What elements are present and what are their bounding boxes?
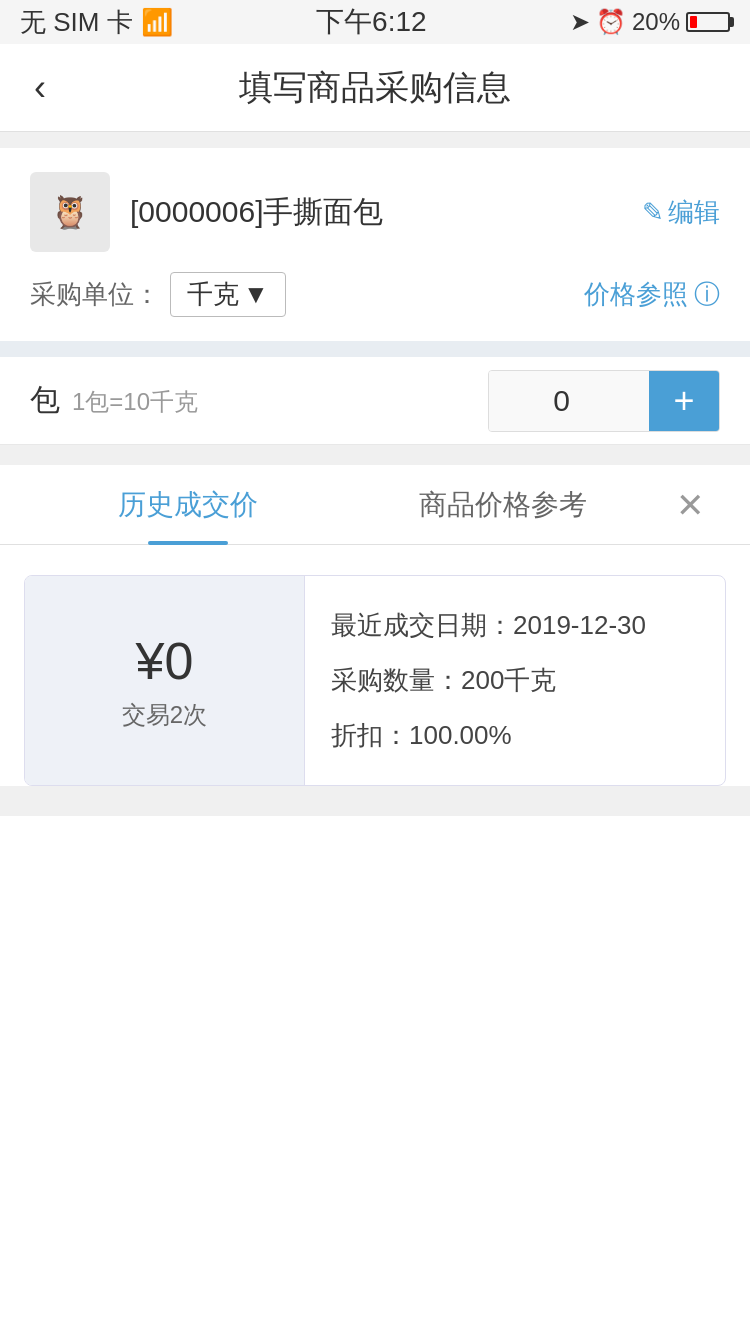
- quantity-row: 包 1包=10千克 +: [0, 357, 750, 445]
- price-last-date: 最近成交日期：2019-12-30: [331, 606, 699, 645]
- quantity-unit: 包: [30, 380, 60, 421]
- discount-value: 100.00%: [409, 720, 512, 750]
- back-button[interactable]: ‹: [0, 44, 80, 132]
- quantity-controls: +: [488, 370, 720, 432]
- price-trades: 交易2次: [122, 699, 207, 731]
- price-card-right: 最近成交日期：2019-12-30 采购数量：200千克 折扣：100.00%: [305, 576, 725, 785]
- dropdown-icon: ▼: [243, 279, 269, 310]
- qty-label: 采购数量：: [331, 665, 461, 695]
- unit-value: 千克: [187, 277, 239, 312]
- price-amount: ¥0: [136, 631, 194, 691]
- quantity-hint: 1包=10千克: [72, 386, 198, 418]
- divider-strip: [0, 341, 750, 357]
- price-qty: 采购数量：200千克: [331, 661, 699, 700]
- battery-percent: 20%: [632, 8, 680, 36]
- discount-label: 折扣：: [331, 720, 409, 750]
- status-bar: 无 SIM 卡 📶 下午6:12 ➤ ⏰ 20%: [0, 0, 750, 44]
- tab-history-label: 历史成交价: [118, 486, 258, 524]
- nav-bar: ‹ 填写商品采购信息: [0, 44, 750, 132]
- last-date-label: 最近成交日期：: [331, 610, 513, 640]
- qty-value: 200千克: [461, 665, 556, 695]
- price-ref-button[interactable]: 价格参照 ⓘ: [584, 277, 720, 312]
- tabs-header: 历史成交价 商品价格参考 ✕: [0, 465, 750, 545]
- last-date-value: 2019-12-30: [513, 610, 646, 640]
- tab-history-price[interactable]: 历史成交价: [30, 465, 345, 545]
- quantity-label: 包 1包=10千克: [30, 380, 198, 421]
- product-thumbnail: 🦉: [30, 172, 110, 252]
- alarm-icon: ⏰: [596, 8, 626, 36]
- price-card-left: ¥0 交易2次: [25, 576, 305, 785]
- product-icon: 🦉: [50, 193, 90, 231]
- network-label: 无 SIM 卡: [20, 5, 133, 40]
- edit-icon: ✎: [642, 197, 664, 228]
- price-ref-label: 价格参照: [584, 277, 688, 312]
- info-icon: ⓘ: [694, 277, 720, 312]
- tab-product-price[interactable]: 商品价格参考: [345, 465, 660, 545]
- unit-badge[interactable]: 千克 ▼: [170, 272, 286, 317]
- location-icon: ➤: [570, 8, 590, 36]
- quantity-plus-button[interactable]: +: [649, 371, 719, 431]
- product-left: 🦉 [0000006]手撕面包: [30, 172, 383, 252]
- tab-close-button[interactable]: ✕: [660, 475, 720, 535]
- battery-icon: [686, 12, 730, 32]
- content-area: [0, 816, 750, 1334]
- price-card: ¥0 交易2次 最近成交日期：2019-12-30 采购数量：200千克 折扣：…: [24, 575, 726, 786]
- product-name: [0000006]手撕面包: [130, 192, 383, 233]
- product-footer: 采购单位： 千克 ▼ 价格参照 ⓘ: [30, 272, 720, 317]
- edit-label: 编辑: [668, 195, 720, 230]
- status-right: ➤ ⏰ 20%: [570, 8, 730, 36]
- wifi-icon: 📶: [141, 7, 173, 38]
- tab-product-label: 商品价格参考: [419, 486, 587, 524]
- price-discount: 折扣：100.00%: [331, 716, 699, 755]
- status-time: 下午6:12: [316, 3, 427, 41]
- product-header: 🦉 [0000006]手撕面包 ✎ 编辑: [30, 172, 720, 252]
- quantity-input[interactable]: [489, 371, 649, 431]
- unit-row: 采购单位： 千克 ▼: [30, 272, 286, 317]
- page-title: 填写商品采购信息: [239, 65, 511, 111]
- unit-label: 采购单位：: [30, 277, 160, 312]
- tabs-panel: 历史成交价 商品价格参考 ✕ ¥0 交易2次 最近成交日期：2019-12-30…: [0, 465, 750, 786]
- product-section: 🦉 [0000006]手撕面包 ✎ 编辑 采购单位： 千克 ▼ 价格参照 ⓘ: [0, 148, 750, 341]
- edit-button[interactable]: ✎ 编辑: [642, 195, 720, 230]
- status-left: 无 SIM 卡 📶: [20, 5, 173, 40]
